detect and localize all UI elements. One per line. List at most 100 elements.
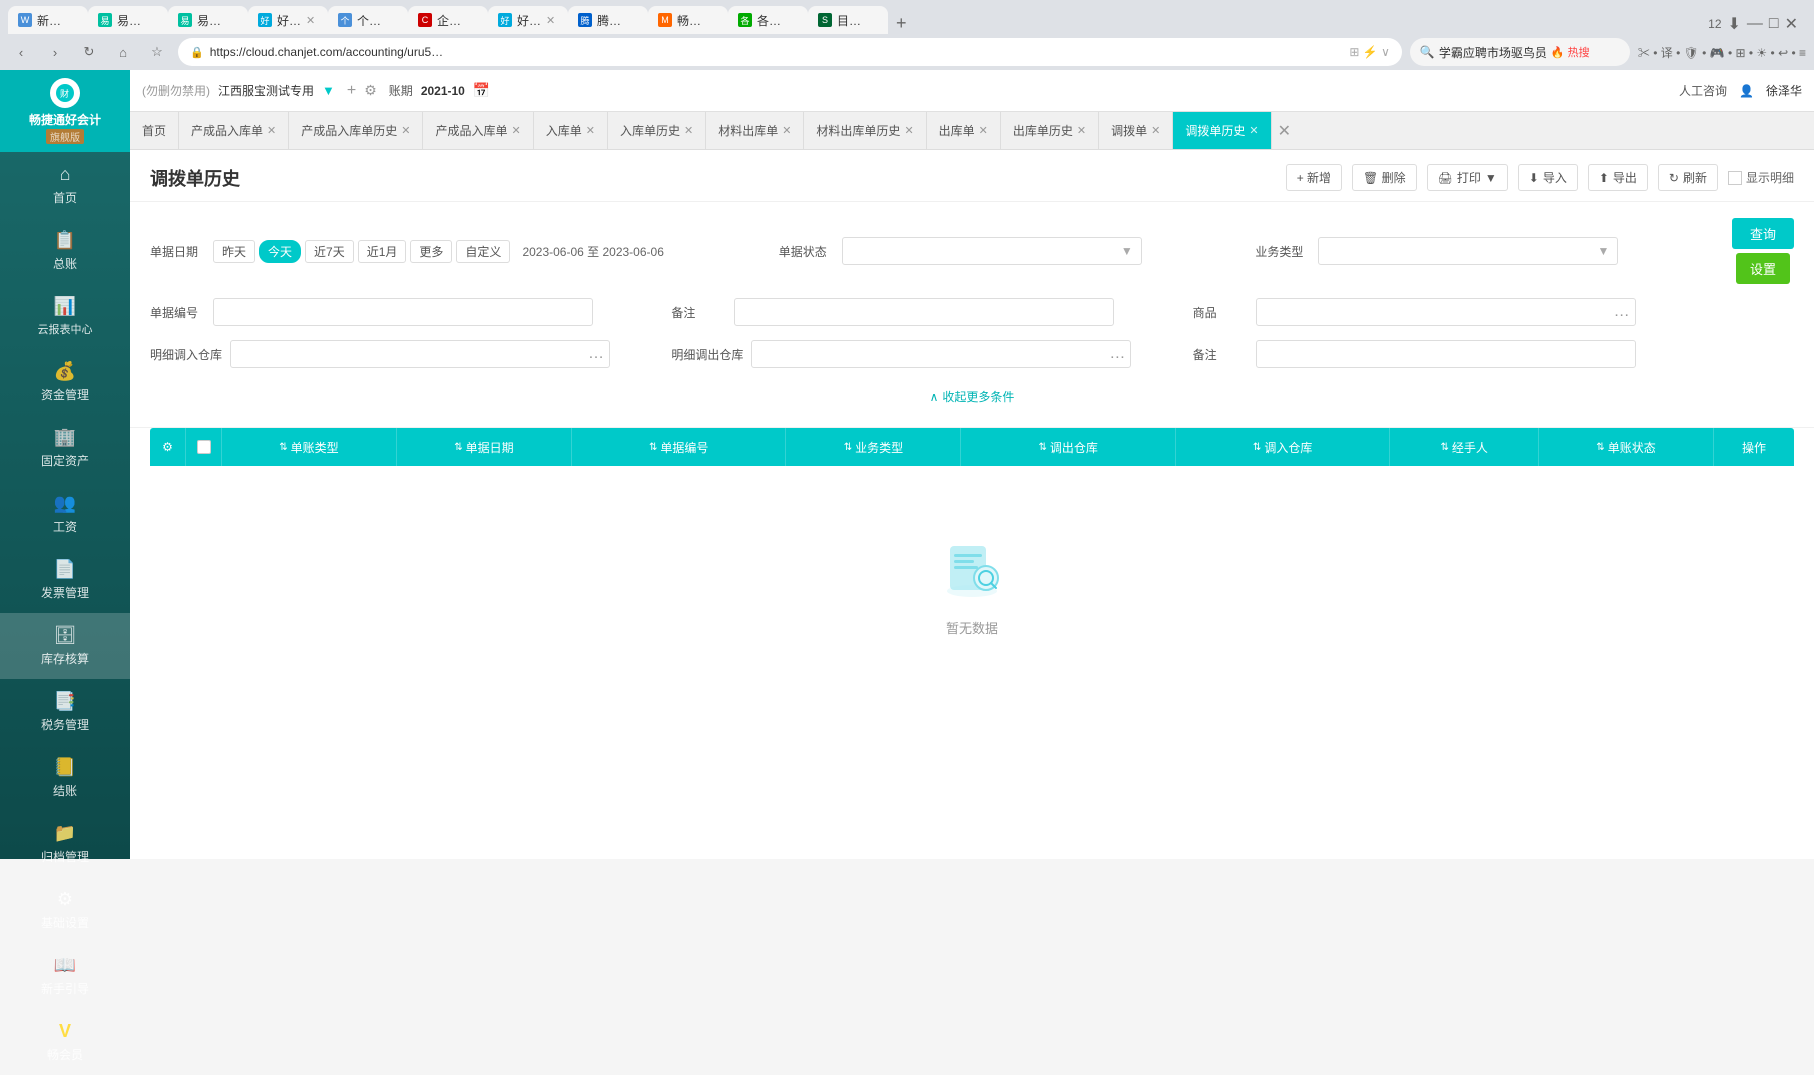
- sidebar-item-home[interactable]: ⌂ 首页: [0, 152, 130, 218]
- tab-mat-out-close[interactable]: ✕: [782, 124, 791, 137]
- th-out-warehouse[interactable]: ⇅ 调出仓库: [961, 428, 1175, 466]
- browser-tab-4[interactable]: 个 个…: [328, 6, 408, 34]
- browser-tab-8[interactable]: M 畅…: [648, 6, 728, 34]
- th-handler[interactable]: ⇅ 经手人: [1390, 428, 1539, 466]
- filter-note-input[interactable]: [1256, 340, 1636, 368]
- setting-button[interactable]: 设置: [1736, 253, 1790, 284]
- sidebar-item-settings[interactable]: ⚙ 基础设置: [0, 877, 130, 943]
- sidebar-item-ledger[interactable]: 📋 总账: [0, 218, 130, 284]
- th-gear[interactable]: ⚙: [150, 428, 186, 466]
- filter-biztype-select[interactable]: ▼: [1318, 237, 1618, 265]
- browser-tab-10[interactable]: S 目…: [808, 6, 888, 34]
- th-in-warehouse[interactable]: ⇅ 调入仓库: [1176, 428, 1390, 466]
- tab-out-hist[interactable]: 出库单历史 ✕: [1001, 112, 1099, 150]
- new-button[interactable]: + 新增: [1286, 164, 1342, 191]
- tab-prod-in-close[interactable]: ✕: [267, 124, 276, 137]
- close-all-tabs-button[interactable]: ✕: [1278, 121, 1291, 141]
- filter-remark-input[interactable]: [734, 298, 1114, 326]
- tab-in[interactable]: 入库单 ✕: [534, 112, 608, 150]
- tab-in-close[interactable]: ✕: [586, 124, 595, 137]
- topbar-calendar-icon[interactable]: 📅: [473, 82, 490, 99]
- tab-mat-out-hist[interactable]: 材料出库单历史 ✕: [804, 112, 926, 150]
- browser-tab-0[interactable]: W 新…: [8, 6, 88, 34]
- show-all-checkbox[interactable]: [1728, 171, 1742, 185]
- browser-tab-2[interactable]: 易 易…: [168, 6, 248, 34]
- tab-prod-in2-close[interactable]: ✕: [512, 124, 521, 137]
- th-doc-type[interactable]: ⇅ 单账类型: [222, 428, 397, 466]
- forward-button[interactable]: ›: [42, 39, 68, 65]
- minimize-icon[interactable]: —: [1747, 15, 1763, 33]
- tab-transfer-hist-close[interactable]: ✕: [1249, 124, 1258, 137]
- tab-prod-in-hist-close[interactable]: ✕: [401, 124, 410, 137]
- tab-prod-in2[interactable]: 产成品入库单 ✕: [423, 112, 533, 150]
- browser-tab-9[interactable]: 各 各…: [728, 6, 808, 34]
- import-button[interactable]: ⬇ 导入: [1518, 164, 1578, 191]
- tab-home[interactable]: 首页: [130, 112, 179, 150]
- tab-mat-out-hist-close[interactable]: ✕: [904, 124, 913, 137]
- tab-prod-in-hist[interactable]: 产成品入库单历史 ✕: [289, 112, 423, 150]
- browser-tab-6[interactable]: 好 好… ✕: [488, 6, 568, 34]
- delete-button[interactable]: 🗑 删除: [1352, 164, 1417, 191]
- sidebar-item-tax[interactable]: 📑 税务管理: [0, 679, 130, 745]
- new-tab-button[interactable]: +: [892, 13, 911, 34]
- bookmark-button[interactable]: ☆: [144, 39, 170, 65]
- tab-out-hist-close[interactable]: ✕: [1077, 124, 1086, 137]
- tab-in-hist-close[interactable]: ✕: [684, 124, 693, 137]
- filter-goods-input[interactable]: [1256, 298, 1636, 326]
- sidebar-item-closing[interactable]: 📒 结账: [0, 745, 130, 811]
- filter-detail-in-dots[interactable]: …: [588, 345, 604, 363]
- filter-goods-dots[interactable]: …: [1614, 303, 1630, 321]
- th-doc-num[interactable]: ⇅ 单据编号: [572, 428, 786, 466]
- sidebar-item-funds[interactable]: 💰 资金管理: [0, 349, 130, 415]
- sidebar-item-reports[interactable]: 📊 云报表中心: [0, 284, 130, 349]
- filter-docnum-input[interactable]: [213, 298, 593, 326]
- tab-out-close[interactable]: ✕: [979, 124, 988, 137]
- sidebar-item-payroll[interactable]: 👥 工资: [0, 481, 130, 547]
- th-doc-status[interactable]: ⇅ 单账状态: [1539, 428, 1714, 466]
- browser-tab-7[interactable]: 腾 腾…: [568, 6, 648, 34]
- date-btn-more[interactable]: 更多: [410, 240, 452, 263]
- tab-out[interactable]: 出库单 ✕: [927, 112, 1001, 150]
- refresh-button[interactable]: ↻ 刷新: [1658, 164, 1718, 191]
- date-btn-custom[interactable]: 自定义: [456, 240, 510, 263]
- tab-transfer[interactable]: 调拨单 ✕: [1099, 112, 1173, 150]
- sidebar-item-archive[interactable]: 📁 归档管理: [0, 811, 130, 877]
- tab-mat-out[interactable]: 材料出库单 ✕: [706, 112, 804, 150]
- topbar-add-button[interactable]: +: [347, 82, 356, 100]
- maximize-icon[interactable]: □: [1769, 15, 1779, 33]
- browser-tab-1[interactable]: 易 易…: [88, 6, 168, 34]
- th-checkbox[interactable]: [186, 428, 222, 466]
- show-all-toggle[interactable]: 显示明细: [1728, 169, 1794, 186]
- filter-status-select[interactable]: ▼: [842, 237, 1142, 265]
- th-doc-date[interactable]: ⇅ 单据日期: [397, 428, 572, 466]
- th-biz-type[interactable]: ⇅ 业务类型: [786, 428, 961, 466]
- query-button[interactable]: 查询: [1732, 218, 1794, 249]
- filter-detail-in-input[interactable]: [230, 340, 610, 368]
- tab-in-hist[interactable]: 入库单历史 ✕: [608, 112, 706, 150]
- back-button[interactable]: ‹: [8, 39, 34, 65]
- topbar-settings-icon[interactable]: ⚙: [364, 82, 377, 99]
- company-dropdown-icon[interactable]: ▼: [322, 83, 335, 98]
- date-btn-today[interactable]: 今天: [259, 240, 301, 263]
- collapse-button[interactable]: ∧ 收起更多条件: [150, 382, 1794, 411]
- print-button[interactable]: 🖨 打印 ▼: [1427, 164, 1508, 191]
- sidebar-item-assets[interactable]: 🏢 固定资产: [0, 415, 130, 481]
- date-btn-7days[interactable]: 近7天: [305, 240, 354, 263]
- tab-transfer-hist[interactable]: 调拨单历史 ✕: [1173, 112, 1271, 150]
- refresh-browser-button[interactable]: ↻: [76, 39, 102, 65]
- browser-tab-5[interactable]: C 企…: [408, 6, 488, 34]
- date-btn-yesterday[interactable]: 昨天: [213, 240, 255, 263]
- export-button[interactable]: ⬆ 导出: [1588, 164, 1648, 191]
- topbar-service[interactable]: 人工咨询: [1679, 82, 1727, 99]
- date-btn-1month[interactable]: 近1月: [358, 240, 407, 263]
- sidebar-item-invoice[interactable]: 📄 发票管理: [0, 547, 130, 613]
- url-bar[interactable]: 🔒 https://cloud.chanjet.com/accounting/u…: [178, 38, 1402, 66]
- sidebar-item-guide[interactable]: 📖 新手引导: [0, 943, 130, 1009]
- sidebar-item-inventory[interactable]: 🗄 库存核算: [0, 613, 130, 679]
- tab-prod-in[interactable]: 产成品入库单 ✕: [179, 112, 289, 150]
- browser-tab-3[interactable]: 好 好… ✕: [248, 6, 328, 34]
- close-icon[interactable]: ✕: [1785, 14, 1798, 34]
- sidebar-item-member[interactable]: V 畅会员: [0, 1009, 130, 1075]
- tab-transfer-close[interactable]: ✕: [1151, 124, 1160, 137]
- search-bar[interactable]: 🔍 学霸应聘市场驱鸟员 🔥 热搜: [1410, 38, 1630, 66]
